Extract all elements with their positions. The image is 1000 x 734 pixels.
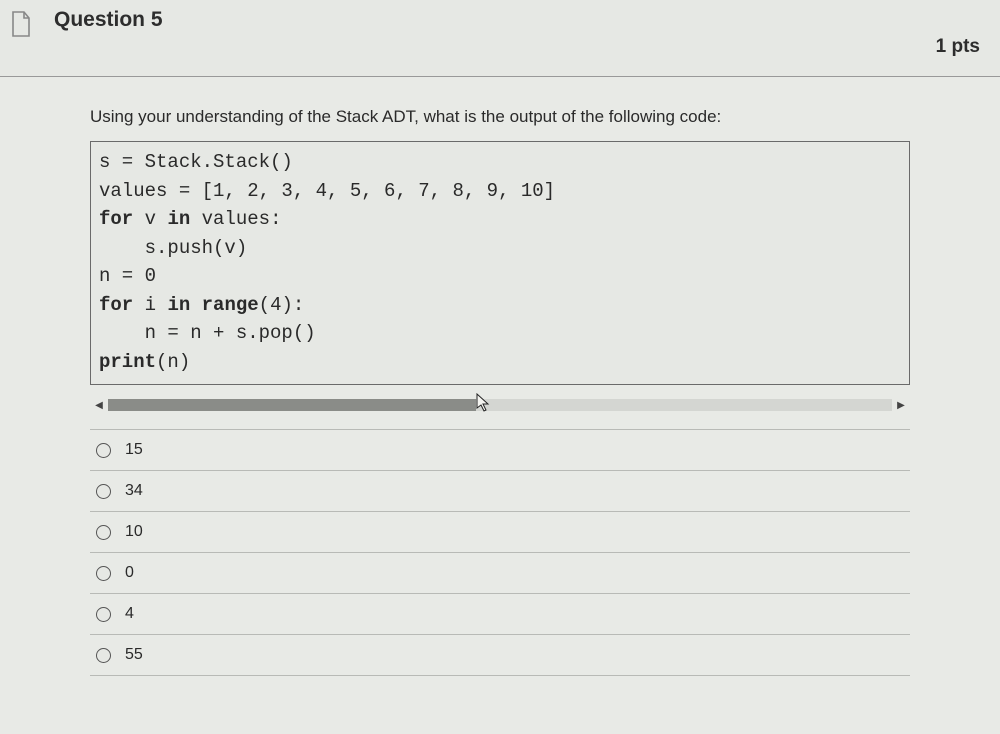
- radio-button[interactable]: [96, 607, 111, 622]
- code-block: s = Stack.Stack() values = [1, 2, 3, 4, …: [90, 141, 910, 385]
- code-keyword: for: [99, 208, 133, 230]
- option-label: 4: [125, 605, 134, 623]
- answer-option[interactable]: 10: [90, 511, 910, 552]
- question-prompt: Using your understanding of the Stack AD…: [90, 107, 910, 127]
- cursor-icon: [476, 393, 492, 418]
- code-keyword: print: [99, 351, 156, 373]
- option-label: 55: [125, 646, 143, 664]
- question-header: Question 5 1 pts: [0, 0, 1000, 77]
- code-line: n = 0: [99, 262, 901, 291]
- option-label: 10: [125, 523, 143, 541]
- scroll-thumb[interactable]: [108, 399, 476, 411]
- code-line: print(n): [99, 348, 901, 377]
- scroll-left-arrow-icon[interactable]: ◀: [90, 396, 108, 414]
- answer-option[interactable]: 4: [90, 593, 910, 634]
- code-text: (4):: [259, 294, 305, 316]
- radio-button[interactable]: [96, 566, 111, 581]
- answer-option[interactable]: 0: [90, 552, 910, 593]
- radio-button[interactable]: [96, 484, 111, 499]
- page-icon: [10, 10, 32, 38]
- question-points: 1 pts: [936, 36, 980, 58]
- code-line: n = n + s.pop(): [99, 319, 901, 348]
- code-text: values:: [190, 208, 281, 230]
- horizontal-scrollbar[interactable]: ◀ ▶: [90, 395, 910, 415]
- code-text: (n): [156, 351, 190, 373]
- question-content: Using your understanding of the Stack AD…: [0, 77, 1000, 686]
- question-title: Question 5: [54, 8, 936, 32]
- scroll-track[interactable]: [108, 399, 892, 411]
- code-line: s.push(v): [99, 234, 901, 263]
- option-label: 34: [125, 482, 143, 500]
- option-label: 15: [125, 441, 143, 459]
- code-keyword: in: [167, 294, 190, 316]
- radio-button[interactable]: [96, 648, 111, 663]
- code-text: i: [133, 294, 167, 316]
- radio-button[interactable]: [96, 443, 111, 458]
- radio-button[interactable]: [96, 525, 111, 540]
- answer-option[interactable]: 34: [90, 470, 910, 511]
- code-keyword: in: [167, 208, 190, 230]
- scroll-right-arrow-icon[interactable]: ▶: [892, 396, 910, 414]
- code-text: [190, 294, 201, 316]
- answer-options: 15 34 10 0 4 55: [90, 429, 910, 676]
- question-container: Question 5 1 pts Using your understandin…: [0, 0, 1000, 734]
- code-keyword: for: [99, 294, 133, 316]
- code-keyword: range: [202, 294, 259, 316]
- code-line: values = [1, 2, 3, 4, 5, 6, 7, 8, 9, 10]: [99, 177, 901, 206]
- code-line: s = Stack.Stack(): [99, 148, 901, 177]
- option-label: 0: [125, 564, 134, 582]
- code-line: for v in values:: [99, 205, 901, 234]
- answer-option[interactable]: 55: [90, 634, 910, 676]
- code-line: for i in range(4):: [99, 291, 901, 320]
- answer-option[interactable]: 15: [90, 429, 910, 470]
- code-text: v: [133, 208, 167, 230]
